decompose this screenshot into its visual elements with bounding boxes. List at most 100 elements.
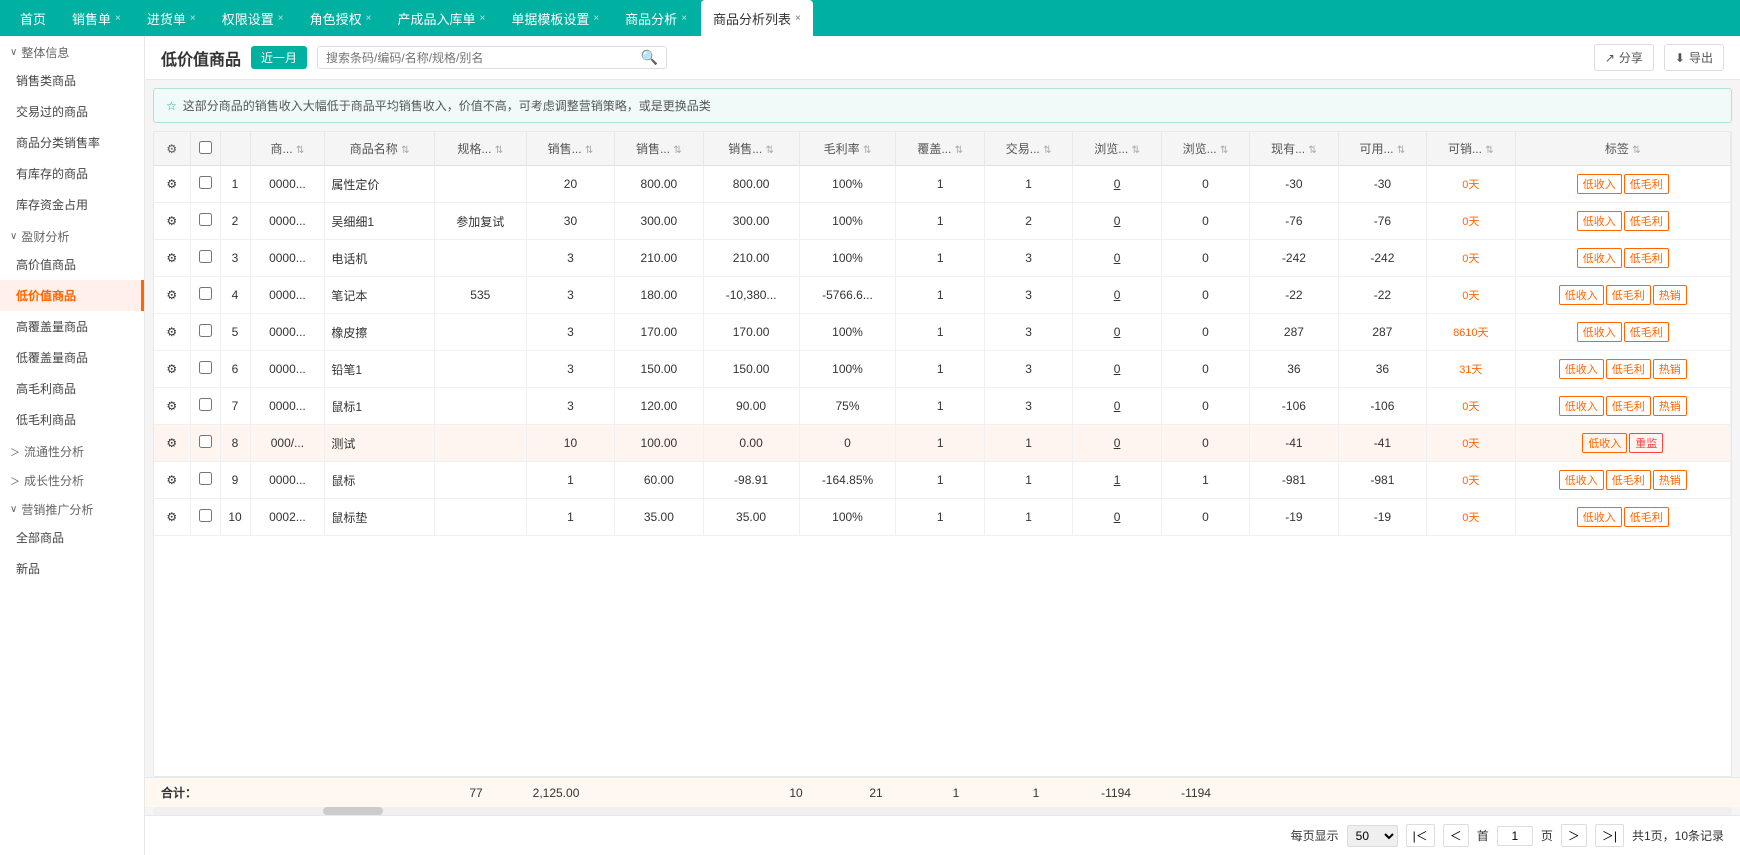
- browse1-link[interactable]: 0: [1114, 288, 1121, 302]
- browse1-link[interactable]: 0: [1114, 362, 1121, 376]
- nav-item-单据模板设置[interactable]: 单据模板设置×: [499, 0, 611, 36]
- nav-item-权限设置[interactable]: 权限设置×: [210, 0, 296, 36]
- sellable-col-header[interactable]: 可销... ⇅: [1427, 132, 1515, 166]
- browse1-cell[interactable]: 0: [1073, 425, 1161, 462]
- current-col-header[interactable]: 现有... ⇅: [1250, 132, 1338, 166]
- browse1-link[interactable]: 0: [1114, 399, 1121, 413]
- browse1-cell[interactable]: 0: [1073, 351, 1161, 388]
- gear-cell[interactable]: ⚙: [154, 499, 190, 536]
- row-checkbox[interactable]: [199, 176, 212, 189]
- gear-cell[interactable]: ⚙: [154, 462, 190, 499]
- nav-close-icon[interactable]: ×: [479, 13, 485, 24]
- gear-cell[interactable]: ⚙: [154, 203, 190, 240]
- nav-close-icon[interactable]: ×: [190, 13, 196, 24]
- row-checkbox[interactable]: [199, 509, 212, 522]
- code-col-header[interactable]: 商... ⇅: [250, 132, 325, 166]
- row-checkbox[interactable]: [199, 435, 212, 448]
- sales-price-col-header[interactable]: 销售... ⇅: [615, 132, 703, 166]
- gear-cell[interactable]: ⚙: [154, 425, 190, 462]
- checkbox-cell[interactable]: [190, 166, 220, 203]
- checkbox-cell[interactable]: [190, 425, 220, 462]
- browse1-cell[interactable]: 0: [1073, 203, 1161, 240]
- sidebar-item-新品[interactable]: 新品: [0, 553, 144, 584]
- sidebar-item-低价值商品[interactable]: 低价值商品: [0, 280, 144, 311]
- sidebar-item-库存资金占用[interactable]: 库存资金占用: [0, 189, 144, 220]
- filter-button[interactable]: 近一月: [251, 46, 307, 69]
- nav-close-icon[interactable]: ×: [115, 13, 121, 24]
- usable-col-header[interactable]: 可用... ⇅: [1338, 132, 1426, 166]
- sidebar-item-高毛利商品[interactable]: 高毛利商品: [0, 373, 144, 404]
- browse2-col-header[interactable]: 浏览... ⇅: [1161, 132, 1249, 166]
- row-checkbox[interactable]: [199, 361, 212, 374]
- checkbox-cell[interactable]: [190, 499, 220, 536]
- nav-item-角色授权[interactable]: 角色授权×: [298, 0, 384, 36]
- row-checkbox[interactable]: [199, 213, 212, 226]
- browse1-link[interactable]: 0: [1114, 510, 1121, 524]
- select-all-checkbox[interactable]: [199, 141, 212, 154]
- browse1-cell[interactable]: 0: [1073, 277, 1161, 314]
- checkbox-cell[interactable]: [190, 240, 220, 277]
- row-checkbox[interactable]: [199, 287, 212, 300]
- nav-item-产成品入库单[interactable]: 产成品入库单×: [385, 0, 497, 36]
- browse1-cell[interactable]: 1: [1073, 462, 1161, 499]
- browse1-cell[interactable]: 0: [1073, 499, 1161, 536]
- spec-col-header[interactable]: 规格... ⇅: [434, 132, 526, 166]
- nav-close-icon[interactable]: ×: [681, 13, 687, 24]
- export-button[interactable]: ⬇ 导出: [1664, 44, 1724, 71]
- nav-item-首页[interactable]: 首页: [8, 0, 58, 36]
- share-button[interactable]: ↗ 分享: [1594, 44, 1654, 71]
- name-col-header[interactable]: 商品名称 ⇅: [325, 132, 435, 166]
- row-gear-icon[interactable]: ⚙: [166, 177, 177, 191]
- gear-cell[interactable]: ⚙: [154, 388, 190, 425]
- gear-cell[interactable]: ⚙: [154, 166, 190, 203]
- nav-close-icon[interactable]: ×: [593, 13, 599, 24]
- checkbox-cell[interactable]: [190, 462, 220, 499]
- nav-item-进货单[interactable]: 进货单×: [135, 0, 208, 36]
- transaction-col-header[interactable]: 交易... ⇅: [984, 132, 1072, 166]
- checkbox-cell[interactable]: [190, 351, 220, 388]
- row-checkbox[interactable]: [199, 250, 212, 263]
- page-size-select[interactable]: 50 100: [1347, 825, 1398, 847]
- nav-close-icon[interactable]: ×: [795, 13, 801, 24]
- sidebar-item-高价值商品[interactable]: 高价值商品: [0, 249, 144, 280]
- sidebar-section-成长性分析[interactable]: ＞成长性分析: [0, 464, 144, 493]
- row-gear-icon[interactable]: ⚙: [166, 325, 177, 339]
- horizontal-scrollbar[interactable]: [153, 807, 1732, 815]
- browse1-cell[interactable]: 0: [1073, 166, 1161, 203]
- sales-amount-col-header[interactable]: 销售... ⇅: [703, 132, 799, 166]
- row-checkbox[interactable]: [199, 472, 212, 485]
- settings-col-header[interactable]: ⚙: [154, 132, 190, 166]
- sidebar-item-高覆盖量商品[interactable]: 高覆盖量商品: [0, 311, 144, 342]
- browse1-cell[interactable]: 0: [1073, 314, 1161, 351]
- row-gear-icon[interactable]: ⚙: [166, 288, 177, 302]
- nav-close-icon[interactable]: ×: [278, 13, 284, 24]
- gear-cell[interactable]: ⚙: [154, 277, 190, 314]
- row-gear-icon[interactable]: ⚙: [166, 362, 177, 376]
- sales-qty-col-header[interactable]: 销售... ⇅: [526, 132, 614, 166]
- tag-col-header[interactable]: 标签 ⇅: [1515, 132, 1730, 166]
- gross-rate-col-header[interactable]: 毛利率 ⇅: [799, 132, 896, 166]
- browse1-cell[interactable]: 0: [1073, 240, 1161, 277]
- browse1-cell[interactable]: 0: [1073, 388, 1161, 425]
- row-gear-icon[interactable]: ⚙: [166, 214, 177, 228]
- row-gear-icon[interactable]: ⚙: [166, 510, 177, 524]
- nav-item-商品分析[interactable]: 商品分析×: [613, 0, 699, 36]
- checkbox-cell[interactable]: [190, 314, 220, 351]
- sidebar-item-销售类商品[interactable]: 销售类商品: [0, 65, 144, 96]
- gear-cell[interactable]: ⚙: [154, 240, 190, 277]
- next-page-button[interactable]: ＞: [1561, 824, 1587, 847]
- checkbox-cell[interactable]: [190, 277, 220, 314]
- checkbox-cell[interactable]: [190, 388, 220, 425]
- gear-cell[interactable]: ⚙: [154, 351, 190, 388]
- checkbox-cell[interactable]: [190, 203, 220, 240]
- browse1-link[interactable]: 1: [1114, 473, 1121, 487]
- row-checkbox[interactable]: [199, 398, 212, 411]
- row-gear-icon[interactable]: ⚙: [166, 473, 177, 487]
- nav-close-icon[interactable]: ×: [366, 13, 372, 24]
- sidebar-section-流通性分析[interactable]: ＞流通性分析: [0, 435, 144, 464]
- nav-item-销售单[interactable]: 销售单×: [60, 0, 133, 36]
- prev-page-button[interactable]: ＜: [1443, 824, 1469, 847]
- row-gear-icon[interactable]: ⚙: [166, 251, 177, 265]
- sidebar-item-低毛利商品[interactable]: 低毛利商品: [0, 404, 144, 435]
- page-number-input[interactable]: [1497, 826, 1533, 846]
